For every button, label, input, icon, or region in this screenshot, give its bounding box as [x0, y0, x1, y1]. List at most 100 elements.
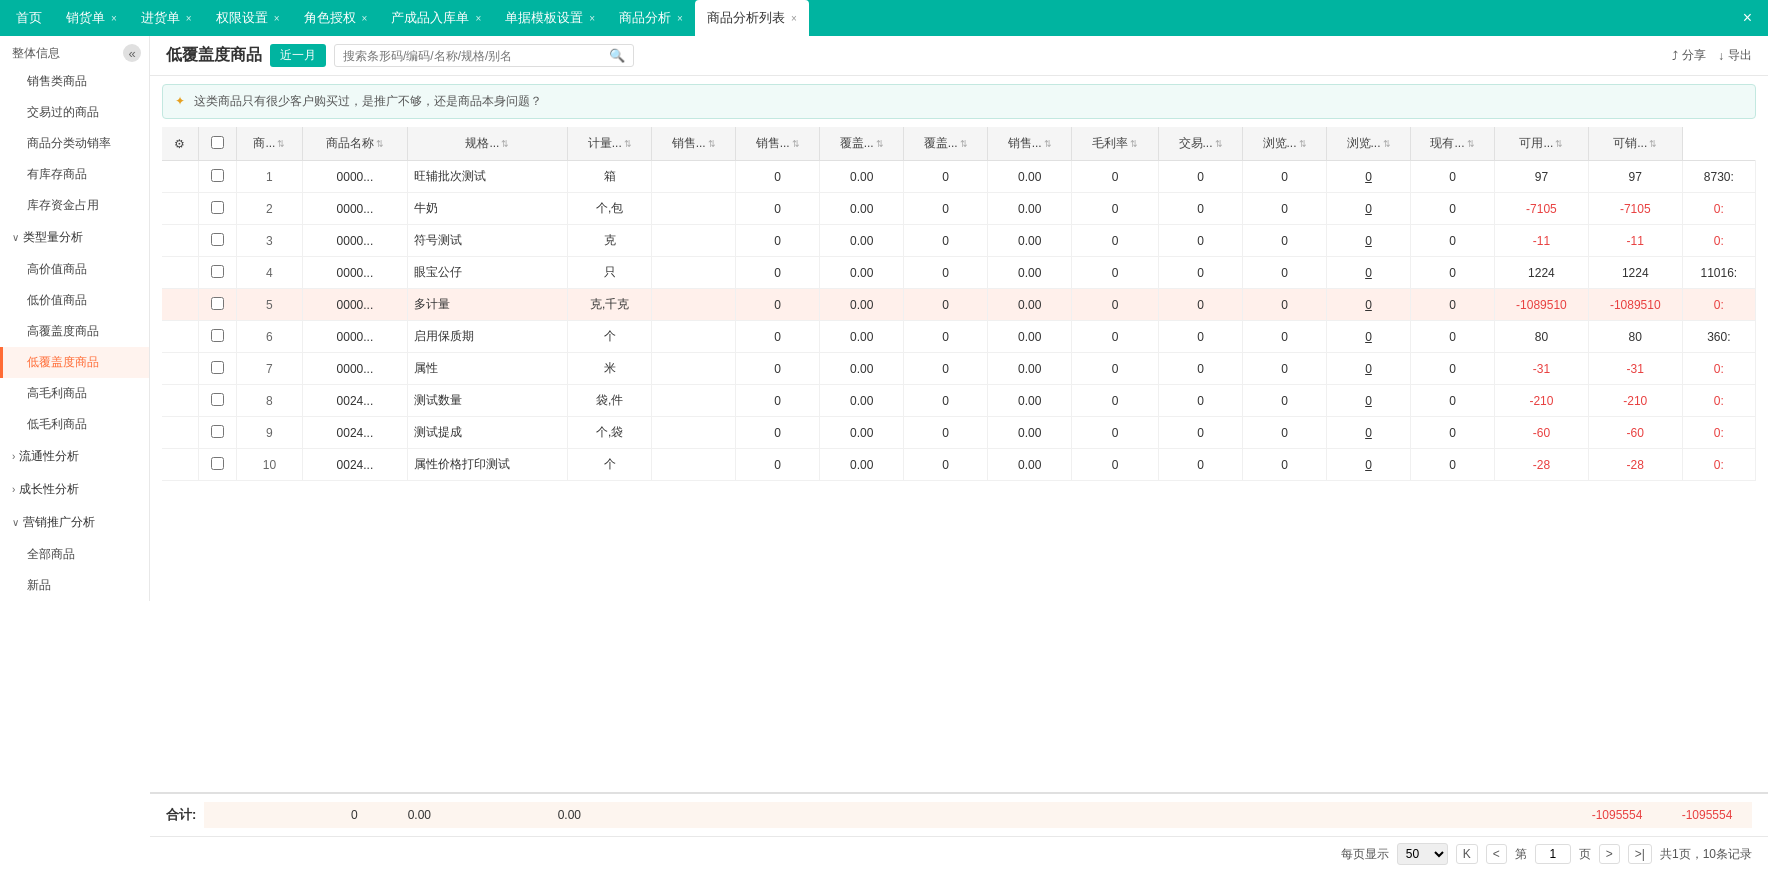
tab-sales-order[interactable]: 销货单 × [54, 0, 129, 36]
row-checkbox-cell[interactable] [198, 193, 236, 225]
browse-link[interactable]: 0 [1365, 330, 1372, 344]
close-icon[interactable]: × [475, 13, 481, 24]
row-browse1-cell[interactable]: 0 [1327, 321, 1411, 353]
trade-column-header[interactable]: 交易...⇅ [1159, 127, 1243, 161]
spec-column-header[interactable]: 规格...⇅ [407, 127, 568, 161]
prev-page-button[interactable]: < [1486, 844, 1507, 864]
row-checkbox-cell[interactable] [198, 225, 236, 257]
row-checkbox[interactable] [211, 201, 224, 214]
row-checkbox[interactable] [211, 169, 224, 182]
first-page-button[interactable]: K [1456, 844, 1478, 864]
row-checkbox-cell[interactable] [198, 257, 236, 289]
browse-link[interactable]: 0 [1365, 362, 1372, 376]
sidebar-item-in-stock[interactable]: 有库存商品 [0, 159, 149, 190]
tab-production-inbound[interactable]: 产成品入库单 × [379, 0, 493, 36]
row-checkbox[interactable] [211, 265, 224, 278]
sidebar-item-traded-products[interactable]: 交易过的商品 [0, 97, 149, 128]
filter-period-button[interactable]: 近一月 [270, 44, 326, 67]
row-checkbox[interactable] [211, 329, 224, 342]
last-page-button[interactable]: >| [1628, 844, 1652, 864]
browse-link[interactable]: 0 [1365, 234, 1372, 248]
tab-home[interactable]: 首页 [4, 0, 54, 36]
tab-product-analysis-list[interactable]: 商品分析列表 × [695, 0, 809, 36]
browse2-column-header[interactable]: 浏览...⇅ [1327, 127, 1411, 161]
browse-link[interactable]: 0 [1365, 202, 1372, 216]
available-column-header[interactable]: 可用...⇅ [1494, 127, 1588, 161]
row-checkbox-cell[interactable] [198, 289, 236, 321]
close-icon[interactable]: × [274, 13, 280, 24]
sidebar-section-liquidity[interactable]: › 流通性分析 [0, 440, 149, 473]
margin-column-header[interactable]: 毛利率⇅ [1072, 127, 1159, 161]
sales2-column-header[interactable]: 销售...⇅ [736, 127, 820, 161]
sidebar-section-marketing[interactable]: ∨ 营销推广分析 [0, 506, 149, 539]
select-all-checkbox[interactable] [211, 136, 224, 149]
cover1-column-header[interactable]: 覆盖...⇅ [820, 127, 904, 161]
tab-product-analysis[interactable]: 商品分析 × [607, 0, 695, 36]
row-checkbox[interactable] [211, 393, 224, 406]
row-browse1-cell[interactable]: 0 [1327, 193, 1411, 225]
sidebar-section-growth[interactable]: › 成长性分析 [0, 473, 149, 506]
settings-column-header[interactable]: ⚙ [162, 127, 198, 161]
browse-link[interactable]: 0 [1365, 170, 1372, 184]
sales1-column-header[interactable]: 销售...⇅ [652, 127, 736, 161]
row-checkbox-cell[interactable] [198, 321, 236, 353]
row-checkbox[interactable] [211, 233, 224, 246]
sidebar-item-category-rate[interactable]: 商品分类动销率 [0, 128, 149, 159]
close-icon[interactable]: × [589, 13, 595, 24]
close-icon[interactable]: × [362, 13, 368, 24]
tab-purchase-order[interactable]: 进货单 × [129, 0, 204, 36]
sidebar-item-fund-ratio[interactable]: 库存资金占用 [0, 190, 149, 221]
row-browse1-cell[interactable]: 0 [1327, 353, 1411, 385]
sidebar-item-sales-products[interactable]: 销售类商品 [0, 66, 149, 97]
row-browse1-cell[interactable]: 0 [1327, 385, 1411, 417]
close-icon[interactable]: × [677, 13, 683, 24]
close-icon[interactable]: × [186, 13, 192, 24]
row-checkbox[interactable] [211, 425, 224, 438]
row-checkbox-cell[interactable] [198, 161, 236, 193]
name-column-header[interactable]: 商品名称⇅ [303, 127, 408, 161]
browse-link[interactable]: 0 [1365, 298, 1372, 312]
sellable-column-header[interactable]: 可销...⇅ [1588, 127, 1682, 161]
tab-role-auth[interactable]: 角色授权 × [292, 0, 380, 36]
checkbox-column-header[interactable] [198, 127, 236, 161]
sidebar-item-high-coverage[interactable]: 高覆盖度商品 [0, 316, 149, 347]
window-close-button[interactable]: × [1731, 9, 1764, 27]
row-checkbox-cell[interactable] [198, 353, 236, 385]
row-browse1-cell[interactable]: 0 [1327, 225, 1411, 257]
sidebar-item-low-margin[interactable]: 低毛利商品 [0, 409, 149, 440]
search-input[interactable] [343, 49, 609, 63]
sales3-column-header[interactable]: 销售...⇅ [988, 127, 1072, 161]
browse1-column-header[interactable]: 浏览...⇅ [1243, 127, 1327, 161]
row-browse1-cell[interactable]: 0 [1327, 257, 1411, 289]
browse-link[interactable]: 0 [1365, 266, 1372, 280]
code-column-header[interactable]: 商...⇅ [236, 127, 302, 161]
next-page-button[interactable]: > [1599, 844, 1620, 864]
row-checkbox-cell[interactable] [198, 385, 236, 417]
close-icon[interactable]: × [791, 13, 797, 24]
export-button[interactable]: ↓ 导出 [1718, 47, 1752, 64]
sidebar-collapse-button[interactable]: « [123, 44, 141, 62]
browse-link[interactable]: 0 [1365, 426, 1372, 440]
row-browse1-cell[interactable]: 0 [1327, 449, 1411, 481]
browse-link[interactable]: 0 [1365, 394, 1372, 408]
row-browse1-cell[interactable]: 0 [1327, 161, 1411, 193]
unit-column-header[interactable]: 计量...⇅ [568, 127, 652, 161]
sidebar-item-low-coverage[interactable]: 低覆盖度商品 [0, 347, 149, 378]
sidebar-item-low-value[interactable]: 低价值商品 [0, 285, 149, 316]
row-checkbox-cell[interactable] [198, 417, 236, 449]
tab-doc-template[interactable]: 单据模板设置 × [493, 0, 607, 36]
sidebar-item-new-products[interactable]: 新品 [0, 570, 149, 601]
sidebar-section-type-analysis[interactable]: ∨ 类型量分析 [0, 221, 149, 254]
cover2-column-header[interactable]: 覆盖...⇅ [904, 127, 988, 161]
page-size-select[interactable]: 50 100 200 [1397, 843, 1448, 865]
current-column-header[interactable]: 现有...⇅ [1411, 127, 1495, 161]
browse-link[interactable]: 0 [1365, 458, 1372, 472]
sidebar-item-all-products[interactable]: 全部商品 [0, 539, 149, 570]
row-checkbox[interactable] [211, 297, 224, 310]
close-icon[interactable]: × [111, 13, 117, 24]
share-button[interactable]: ⤴ 分享 [1672, 47, 1706, 64]
row-browse1-cell[interactable]: 0 [1327, 417, 1411, 449]
row-checkbox-cell[interactable] [198, 449, 236, 481]
tab-permissions[interactable]: 权限设置 × [204, 0, 292, 36]
sidebar-item-high-margin[interactable]: 高毛利商品 [0, 378, 149, 409]
